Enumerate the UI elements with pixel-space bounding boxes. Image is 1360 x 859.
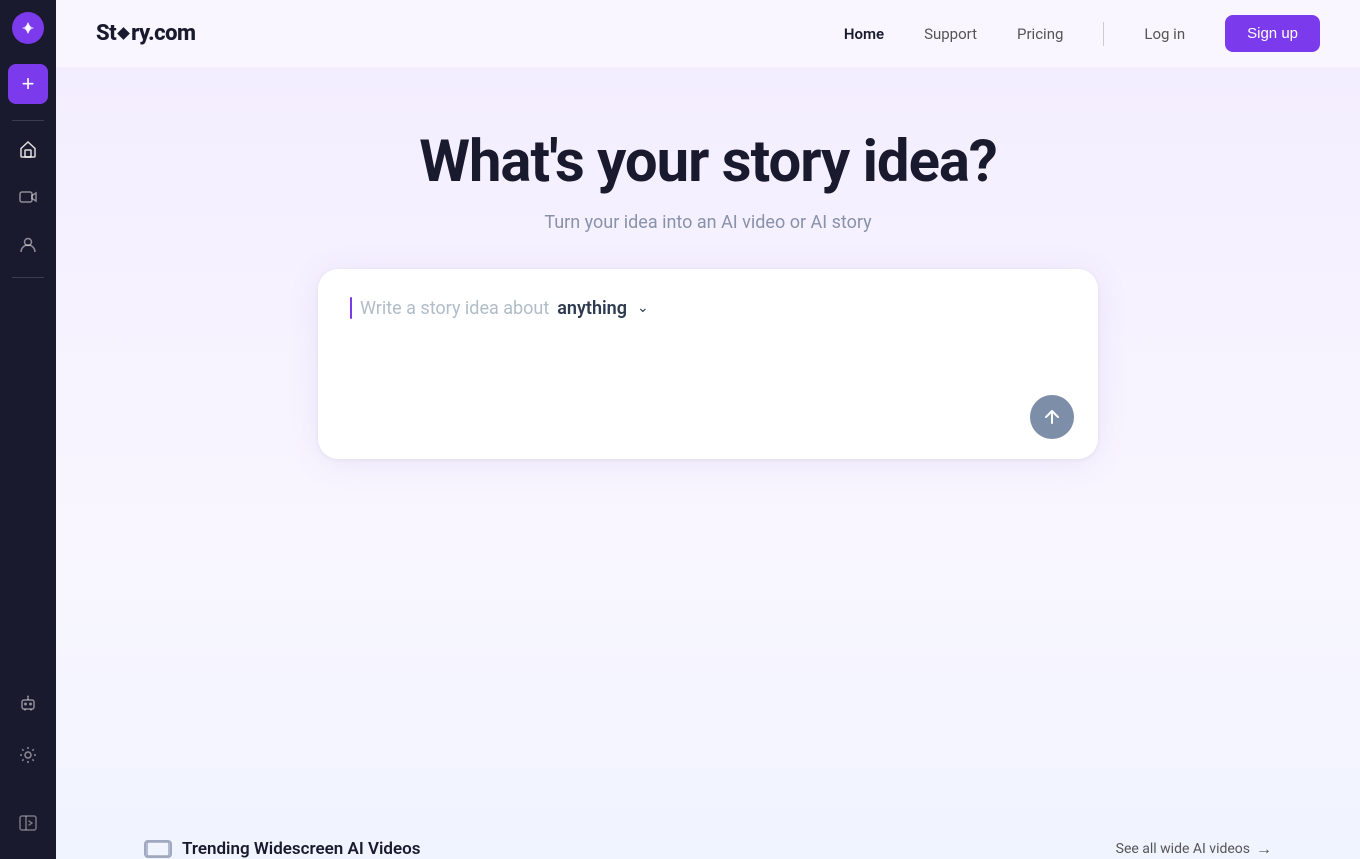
topic-chevron-icon[interactable]: ⌄ bbox=[637, 300, 649, 316]
sidebar-bottom bbox=[8, 679, 48, 859]
story-submit-button[interactable] bbox=[1030, 395, 1074, 439]
sidebar-divider-1 bbox=[12, 120, 44, 121]
nav-support[interactable]: Support bbox=[924, 25, 977, 43]
main-content: St ry.com Home Support Pricing Log in Sig… bbox=[56, 0, 1360, 859]
nav-links: Home Support Pricing Log in Sign up bbox=[844, 15, 1320, 52]
nav-divider bbox=[1103, 22, 1104, 46]
logo-text: St bbox=[96, 21, 116, 46]
login-link[interactable]: Log in bbox=[1144, 25, 1185, 43]
sidebar: + bbox=[0, 0, 56, 859]
hero-title: What's your story idea? bbox=[419, 128, 997, 196]
add-button[interactable]: + bbox=[8, 64, 48, 104]
hero-subtitle: Turn your idea into an AI video or AI st… bbox=[544, 212, 871, 233]
top-navigation: St ry.com Home Support Pricing Log in Sig… bbox=[56, 0, 1360, 68]
story-input-card: Write a story idea about anything ⌄ bbox=[318, 269, 1098, 459]
see-all-label: See all wide AI videos bbox=[1116, 841, 1250, 857]
text-cursor bbox=[350, 297, 352, 319]
video-nav-button[interactable] bbox=[8, 177, 48, 217]
trending-header: Trending Widescreen AI Videos See all wi… bbox=[144, 839, 1272, 859]
collapse-panel-button[interactable] bbox=[8, 803, 48, 843]
brand-logo[interactable]: St ry.com bbox=[96, 21, 195, 46]
see-all-link[interactable]: See all wide AI videos → bbox=[1116, 839, 1272, 859]
input-placeholder-text: Write a story idea about bbox=[360, 298, 549, 319]
trending-title-row: Trending Widescreen AI Videos bbox=[144, 839, 421, 859]
input-topic-text[interactable]: anything bbox=[557, 298, 627, 319]
trending-title-text: Trending Widescreen AI Videos bbox=[182, 839, 421, 859]
logo-text-2: ry.com bbox=[131, 21, 195, 46]
sidebar-logo bbox=[0, 0, 56, 56]
hero-section: What's your story idea? Turn your idea i… bbox=[56, 68, 1360, 859]
trending-section: Trending Widescreen AI Videos See all wi… bbox=[56, 839, 1360, 859]
story-input-row[interactable]: Write a story idea about anything ⌄ bbox=[350, 297, 1066, 319]
robot-nav-button[interactable] bbox=[8, 683, 48, 723]
see-all-arrow-icon: → bbox=[1256, 839, 1272, 859]
user-nav-button[interactable] bbox=[8, 225, 48, 265]
app-logo-icon bbox=[12, 12, 44, 44]
nav-pricing[interactable]: Pricing bbox=[1017, 25, 1063, 43]
sidebar-divider-2 bbox=[12, 277, 44, 278]
nav-home[interactable]: Home bbox=[844, 25, 884, 43]
widescreen-icon bbox=[144, 840, 172, 858]
settings-nav-button[interactable] bbox=[8, 735, 48, 775]
signup-button[interactable]: Sign up bbox=[1225, 15, 1320, 52]
home-nav-button[interactable] bbox=[8, 129, 48, 169]
logo-diamond bbox=[117, 27, 130, 40]
